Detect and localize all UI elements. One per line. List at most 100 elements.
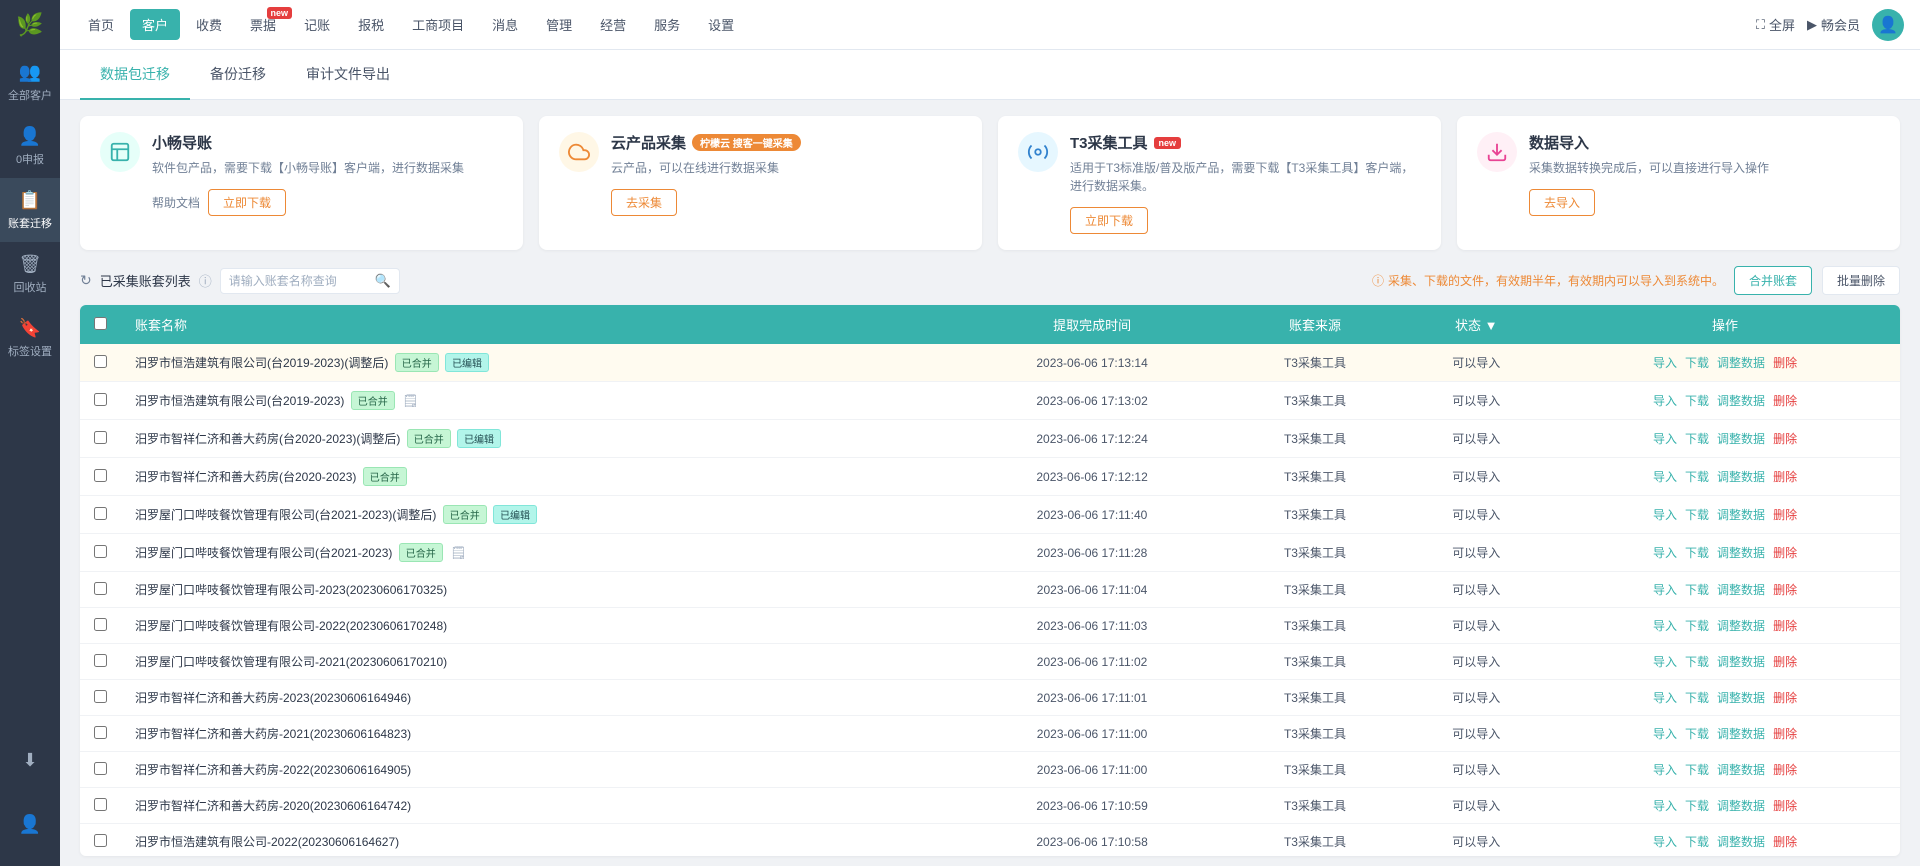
- action-导入[interactable]: 导入: [1653, 691, 1677, 705]
- action-下载[interactable]: 下载: [1685, 394, 1709, 408]
- action-调整数据[interactable]: 调整数据: [1717, 835, 1765, 849]
- action-导入[interactable]: 导入: [1653, 763, 1677, 777]
- nav-messages[interactable]: 消息: [480, 9, 530, 40]
- row-checkbox[interactable]: [94, 355, 107, 368]
- action-下载[interactable]: 下载: [1685, 619, 1709, 633]
- row-checkbox[interactable]: [94, 618, 107, 631]
- action-导入[interactable]: 导入: [1653, 583, 1677, 597]
- row-checkbox[interactable]: [94, 654, 107, 667]
- action-调整数据[interactable]: 调整数据: [1717, 508, 1765, 522]
- search-input[interactable]: [229, 274, 371, 288]
- action-删除[interactable]: 删除: [1773, 356, 1797, 370]
- tab-backup-migration[interactable]: 备份迁移: [190, 50, 286, 100]
- sidebar-item-recycle-bin[interactable]: 🗑 回收站: [0, 242, 60, 306]
- row-checkbox[interactable]: [94, 582, 107, 595]
- action-调整数据[interactable]: 调整数据: [1717, 727, 1765, 741]
- action-调整数据[interactable]: 调整数据: [1717, 619, 1765, 633]
- action-下载[interactable]: 下载: [1685, 508, 1709, 522]
- tab-data-migration[interactable]: 数据包迁移: [80, 50, 190, 100]
- action-删除[interactable]: 删除: [1773, 835, 1797, 849]
- nav-accounting[interactable]: 记账: [292, 9, 342, 40]
- row-checkbox[interactable]: [94, 690, 107, 703]
- action-调整数据[interactable]: 调整数据: [1717, 432, 1765, 446]
- nav-invoice[interactable]: 票据 new: [238, 9, 288, 40]
- action-导入[interactable]: 导入: [1653, 432, 1677, 446]
- action-下载[interactable]: 下载: [1685, 799, 1709, 813]
- tab-audit-export[interactable]: 审计文件导出: [286, 50, 410, 100]
- action-导入[interactable]: 导入: [1653, 470, 1677, 484]
- nav-clients[interactable]: 客户: [130, 9, 180, 40]
- sidebar-item-zero-report[interactable]: 👤 0申报: [0, 114, 60, 178]
- action-导入[interactable]: 导入: [1653, 546, 1677, 560]
- action-下载[interactable]: 下载: [1685, 763, 1709, 777]
- action-下载[interactable]: 下载: [1685, 835, 1709, 849]
- sidebar-download[interactable]: ⬇: [0, 728, 60, 792]
- nav-service[interactable]: 服务: [642, 9, 692, 40]
- action-删除[interactable]: 删除: [1773, 508, 1797, 522]
- go-import-btn[interactable]: 去导入: [1529, 189, 1595, 216]
- sidebar-user[interactable]: 👤: [0, 792, 60, 856]
- action-下载[interactable]: 下载: [1685, 470, 1709, 484]
- action-调整数据[interactable]: 调整数据: [1717, 691, 1765, 705]
- sidebar-item-account-migration[interactable]: 📋 账套迁移: [0, 178, 60, 242]
- fullscreen-btn[interactable]: ⛶ 全屏: [1756, 15, 1795, 34]
- action-删除[interactable]: 删除: [1773, 655, 1797, 669]
- row-checkbox[interactable]: [94, 726, 107, 739]
- download-t3-btn[interactable]: 立即下载: [1070, 207, 1148, 234]
- nav-business[interactable]: 工商项目: [400, 9, 476, 40]
- refresh-icon[interactable]: ↻: [80, 272, 92, 289]
- action-下载[interactable]: 下载: [1685, 546, 1709, 560]
- action-导入[interactable]: 导入: [1653, 619, 1677, 633]
- help-icon[interactable]: ⓘ: [199, 271, 212, 290]
- nav-fees[interactable]: 收费: [184, 9, 234, 40]
- download-now-btn[interactable]: 立即下载: [208, 189, 286, 216]
- row-checkbox[interactable]: [94, 762, 107, 775]
- action-删除[interactable]: 删除: [1773, 691, 1797, 705]
- sidebar-item-all-clients[interactable]: 👥 全部客户: [0, 50, 60, 114]
- help-doc-link[interactable]: 帮助文档: [152, 194, 200, 211]
- action-导入[interactable]: 导入: [1653, 799, 1677, 813]
- action-下载[interactable]: 下载: [1685, 356, 1709, 370]
- action-导入[interactable]: 导入: [1653, 508, 1677, 522]
- member-btn[interactable]: ▶ 畅会员: [1807, 15, 1860, 34]
- nav-home[interactable]: 首页: [76, 9, 126, 40]
- sidebar-item-tag-settings[interactable]: 🔖 标签设置: [0, 306, 60, 370]
- action-删除[interactable]: 删除: [1773, 727, 1797, 741]
- row-checkbox[interactable]: [94, 393, 107, 406]
- action-导入[interactable]: 导入: [1653, 394, 1677, 408]
- merge-btn[interactable]: 合并账套: [1734, 266, 1812, 295]
- row-checkbox[interactable]: [94, 469, 107, 482]
- action-删除[interactable]: 删除: [1773, 799, 1797, 813]
- action-调整数据[interactable]: 调整数据: [1717, 763, 1765, 777]
- action-调整数据[interactable]: 调整数据: [1717, 583, 1765, 597]
- nav-management[interactable]: 管理: [534, 9, 584, 40]
- action-删除[interactable]: 删除: [1773, 583, 1797, 597]
- nav-settings[interactable]: 设置: [696, 9, 746, 40]
- action-导入[interactable]: 导入: [1653, 727, 1677, 741]
- action-调整数据[interactable]: 调整数据: [1717, 394, 1765, 408]
- action-调整数据[interactable]: 调整数据: [1717, 356, 1765, 370]
- action-导入[interactable]: 导入: [1653, 835, 1677, 849]
- search-icon[interactable]: 🔍: [375, 273, 391, 289]
- action-调整数据[interactable]: 调整数据: [1717, 799, 1765, 813]
- action-下载[interactable]: 下载: [1685, 432, 1709, 446]
- row-checkbox[interactable]: [94, 507, 107, 520]
- row-checkbox[interactable]: [94, 431, 107, 444]
- batch-delete-btn[interactable]: 批量删除: [1822, 266, 1900, 295]
- action-删除[interactable]: 删除: [1773, 394, 1797, 408]
- nav-tax[interactable]: 报税: [346, 9, 396, 40]
- row-checkbox[interactable]: [94, 834, 107, 847]
- action-删除[interactable]: 删除: [1773, 546, 1797, 560]
- action-下载[interactable]: 下载: [1685, 727, 1709, 741]
- action-下载[interactable]: 下载: [1685, 655, 1709, 669]
- action-调整数据[interactable]: 调整数据: [1717, 655, 1765, 669]
- row-checkbox[interactable]: [94, 798, 107, 811]
- row-checkbox[interactable]: [94, 545, 107, 558]
- action-删除[interactable]: 删除: [1773, 470, 1797, 484]
- action-下载[interactable]: 下载: [1685, 691, 1709, 705]
- action-调整数据[interactable]: 调整数据: [1717, 546, 1765, 560]
- action-删除[interactable]: 删除: [1773, 619, 1797, 633]
- action-导入[interactable]: 导入: [1653, 655, 1677, 669]
- action-删除[interactable]: 删除: [1773, 432, 1797, 446]
- go-collect-btn[interactable]: 去采集: [611, 189, 677, 216]
